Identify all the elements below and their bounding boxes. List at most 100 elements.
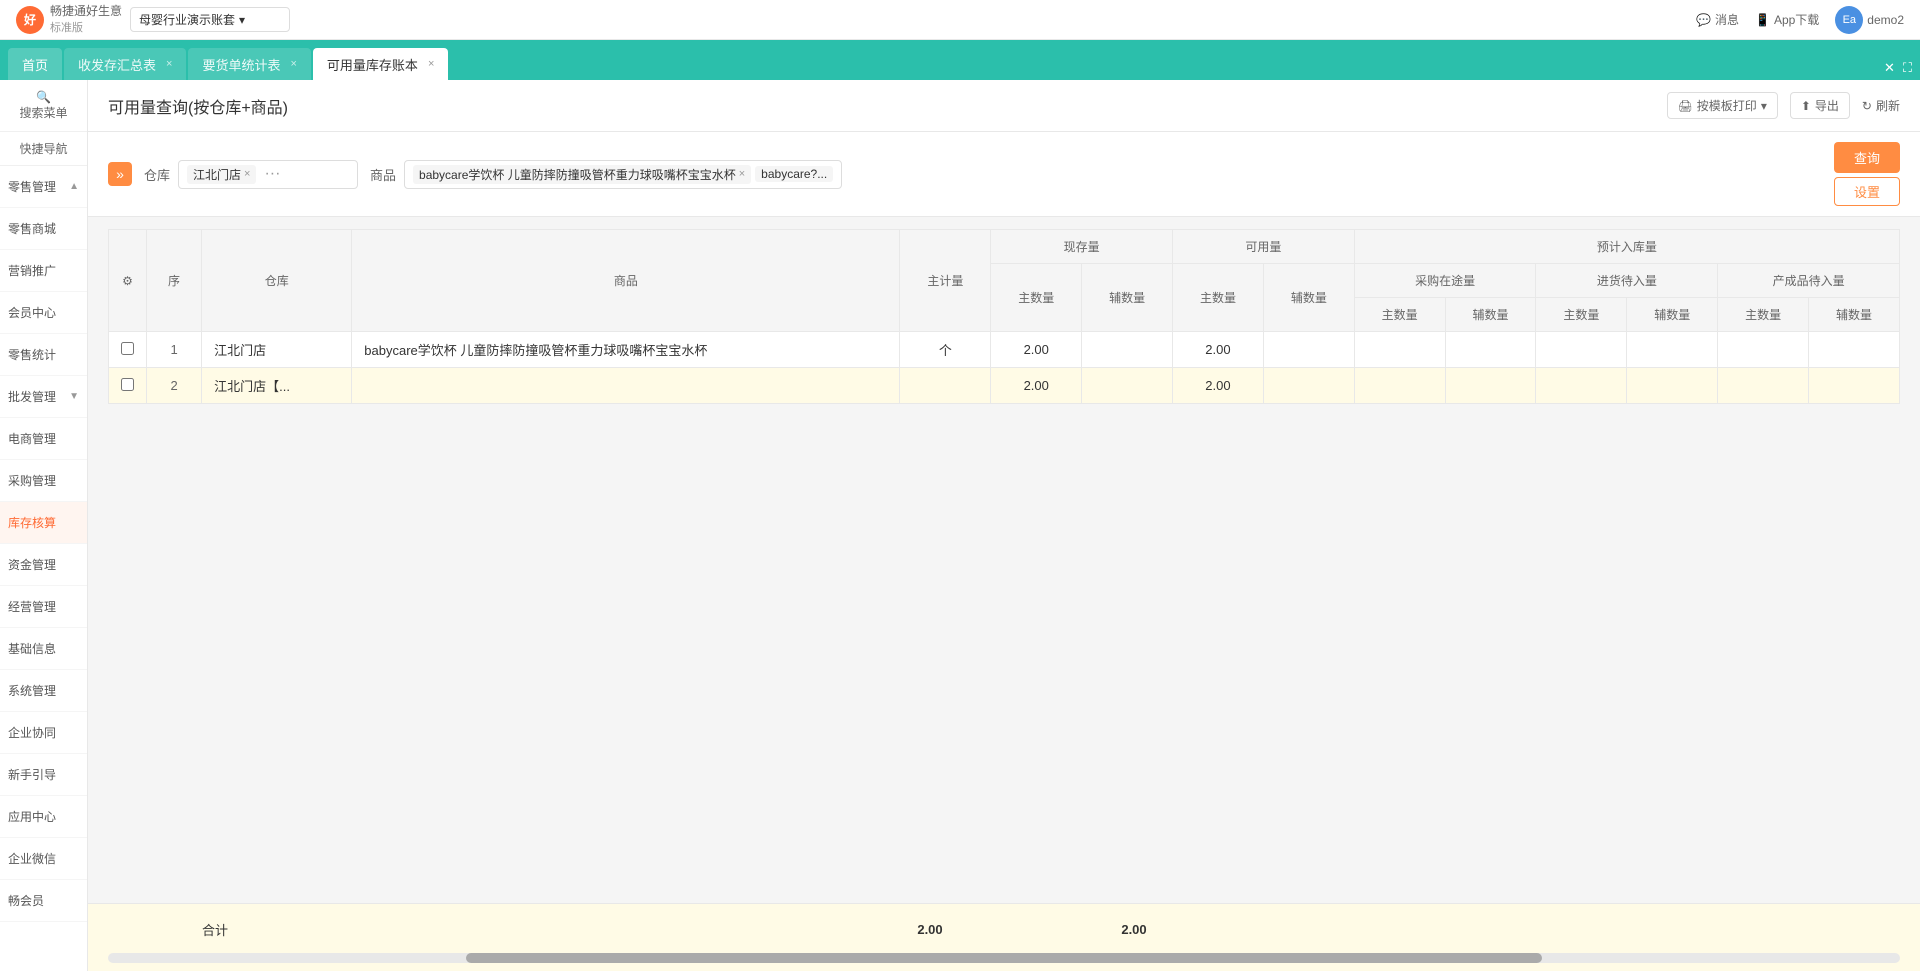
sidebar-item-newbie-label: 新手引导 [8, 766, 56, 783]
sidebar-item-purchase[interactable]: 采购管理 [0, 460, 87, 502]
row1-unit: 个 [900, 332, 991, 368]
row1-purchase-aux [1445, 332, 1536, 368]
sidebar-item-operations[interactable]: 经营管理 [0, 586, 87, 628]
template-print-label: 按模板打印 [1697, 97, 1757, 114]
sidebar-item-finance-label: 资金管理 [8, 556, 56, 573]
horizontal-scrollbar[interactable] [108, 953, 1900, 963]
row1-available-aux [1263, 332, 1354, 368]
sidebar-quick-nav[interactable]: 快捷导航 [0, 132, 87, 166]
row1-warehouse: 江北门店 [202, 332, 352, 368]
settings-btn[interactable]: 设置 [1834, 177, 1900, 206]
product-filter-input[interactable]: babycare学饮杯 儿童防摔防撞吸管杯重力球吸嘴杯宝宝水杯 × babyca… [404, 160, 842, 189]
footer-bar: 合计 2.00 2.00 [88, 903, 1920, 971]
download-label: App下载 [1774, 11, 1819, 28]
row1-production-main [1718, 332, 1809, 368]
search-icon: 🔍 [36, 90, 51, 104]
data-table: ⚙ 序 仓库 商品 主计量 现存量 可用量 预计入库量 主数量 辅数量 主数量 [108, 229, 1900, 404]
sidebar-item-enterprise-wechat-label: 企业微信 [8, 850, 56, 867]
warehouse-tag-remove[interactable]: × [244, 168, 250, 180]
row1-checkbox-input[interactable] [121, 342, 134, 355]
sidebar-item-inventory[interactable]: 库存核算 [0, 502, 87, 544]
product-tag-1-text: babycare学饮杯 儿童防摔防撞吸管杯重力球吸嘴杯宝宝水杯 [419, 166, 736, 183]
sidebar-item-member2[interactable]: 畅会员 [0, 880, 87, 922]
summary-label: 合计 [190, 914, 310, 945]
row1-incoming-aux [1627, 332, 1718, 368]
sidebar-item-app-center[interactable]: 应用中心 [0, 796, 87, 838]
tab-home[interactable]: 首页 [8, 48, 62, 80]
query-btn[interactable]: 查询 [1834, 142, 1900, 173]
sidebar-item-retail-stats[interactable]: 零售统计 [0, 334, 87, 376]
refresh-label: 刷新 [1876, 97, 1900, 114]
sidebar-item-base[interactable]: 基础信息 [0, 628, 87, 670]
row2-incoming-main [1536, 368, 1627, 404]
sidebar-item-system-label: 系统管理 [8, 682, 56, 699]
sidebar-item-app-center-label: 应用中心 [8, 808, 56, 825]
tab-available-inventory[interactable]: 可用量库存账本 × [313, 48, 448, 80]
row1-available-main: 2.00 [1173, 332, 1264, 368]
tab-order-stats[interactable]: 要货单统计表 × [188, 48, 310, 80]
row2-product [352, 368, 900, 404]
sidebar-item-ecommerce[interactable]: 电商管理 [0, 418, 87, 460]
settings-icon: ⚙ [122, 274, 133, 288]
th-purchase-aux: 辅数量 [1445, 298, 1536, 332]
nav-tabs: 首页 收发存汇总表 × 要货单统计表 × 可用量库存账本 × ✕ ⛶ [0, 40, 1920, 80]
sidebar-search-label: 搜索菜单 [19, 106, 67, 120]
row1-product: babycare学饮杯 儿童防摔防撞吸管杯重力球吸嘴杯宝宝水杯 [352, 332, 900, 368]
summary-stock-main: 2.00 [880, 914, 980, 945]
user-area[interactable]: Ea demo2 [1835, 6, 1904, 34]
warehouse-filter-input[interactable]: 江北门店 × ··· [178, 160, 358, 189]
table-row: 2 江北门店【... 2.00 2.00 [109, 368, 1900, 404]
sidebar-item-wholesale[interactable]: 批发管理 ▼ [0, 376, 87, 418]
tab-receipt-summary-close[interactable]: × [166, 58, 172, 70]
sidebar-item-newbie[interactable]: 新手引导 [0, 754, 87, 796]
sidebar-item-enterprise[interactable]: 企业协同 [0, 712, 87, 754]
row2-checkbox-input[interactable] [121, 378, 134, 391]
message-btn[interactable]: 💬 消息 [1696, 11, 1739, 28]
sidebar-item-member-label: 会员中心 [8, 304, 56, 321]
row2-production-aux [1809, 368, 1900, 404]
export-btn[interactable]: ⬆ 导出 [1790, 92, 1850, 119]
row2-incoming-aux [1627, 368, 1718, 404]
sidebar-item-member[interactable]: 会员中心 [0, 292, 87, 334]
refresh-btn[interactable]: ↻ 刷新 [1862, 97, 1900, 114]
sidebar-item-operations-label: 经营管理 [8, 598, 56, 615]
warehouse-filter-more[interactable]: ··· [260, 165, 284, 183]
th-stock-main: 主数量 [991, 264, 1082, 332]
row2-checkbox[interactable] [109, 368, 147, 404]
sidebar-item-finance[interactable]: 资金管理 [0, 544, 87, 586]
sidebar-item-marketing[interactable]: 营销推广 [0, 250, 87, 292]
sidebar-item-retail-label: 零售管理 [8, 178, 56, 195]
row2-available-aux [1263, 368, 1354, 404]
filter-expand-btn[interactable]: » [108, 162, 132, 186]
tab-receipt-summary[interactable]: 收发存汇总表 × [64, 48, 186, 80]
store-selector[interactable]: 母婴行业演示账套 ▾ [130, 7, 290, 32]
sidebar-item-base-label: 基础信息 [8, 640, 56, 657]
product-tag-1-remove[interactable]: × [739, 168, 745, 180]
row1-stock-aux [1082, 332, 1173, 368]
th-settings[interactable]: ⚙ [109, 230, 147, 332]
tab-available-inventory-close[interactable]: × [428, 58, 434, 70]
summary-available-main: 2.00 [1084, 914, 1184, 945]
row1-checkbox[interactable] [109, 332, 147, 368]
close-all-icon[interactable]: ✕ [1884, 60, 1895, 76]
product-filter-group: 商品 babycare学饮杯 儿童防摔防撞吸管杯重力球吸嘴杯宝宝水杯 × bab… [370, 160, 842, 189]
app-download-btn[interactable]: 📱 App下载 [1755, 11, 1819, 28]
sidebar-search[interactable]: 🔍 搜索菜单 [0, 80, 87, 132]
expand-icon[interactable]: ⛶ [1903, 60, 1912, 76]
sidebar-item-enterprise-wechat[interactable]: 企业微信 [0, 838, 87, 880]
message-icon: 💬 [1696, 13, 1711, 27]
template-print-btn[interactable]: 🖨 按模板打印 ▾ [1667, 92, 1778, 119]
sidebar-quick-nav-label: 快捷导航 [19, 142, 67, 156]
sidebar-item-system[interactable]: 系统管理 [0, 670, 87, 712]
th-warehouse: 仓库 [202, 230, 352, 332]
row2-production-main [1718, 368, 1809, 404]
sidebar: 🔍 搜索菜单 快捷导航 零售管理 ▲ 零售商城 营销推广 会员中心 零售统计 批… [0, 80, 88, 971]
tab-order-stats-close[interactable]: × [290, 58, 296, 70]
sidebar-item-retail[interactable]: 零售管理 ▲ [0, 166, 87, 208]
row2-available-main: 2.00 [1173, 368, 1264, 404]
page-title: 可用量查询(按仓库+商品) [108, 94, 288, 118]
sidebar-item-enterprise-label: 企业协同 [8, 724, 56, 741]
row1-purchase-main [1354, 332, 1445, 368]
page-header: 可用量查询(按仓库+商品) 🖨 按模板打印 ▾ ⬆ 导出 ↻ 刷新 [88, 80, 1920, 132]
sidebar-item-retail-mall[interactable]: 零售商城 [0, 208, 87, 250]
